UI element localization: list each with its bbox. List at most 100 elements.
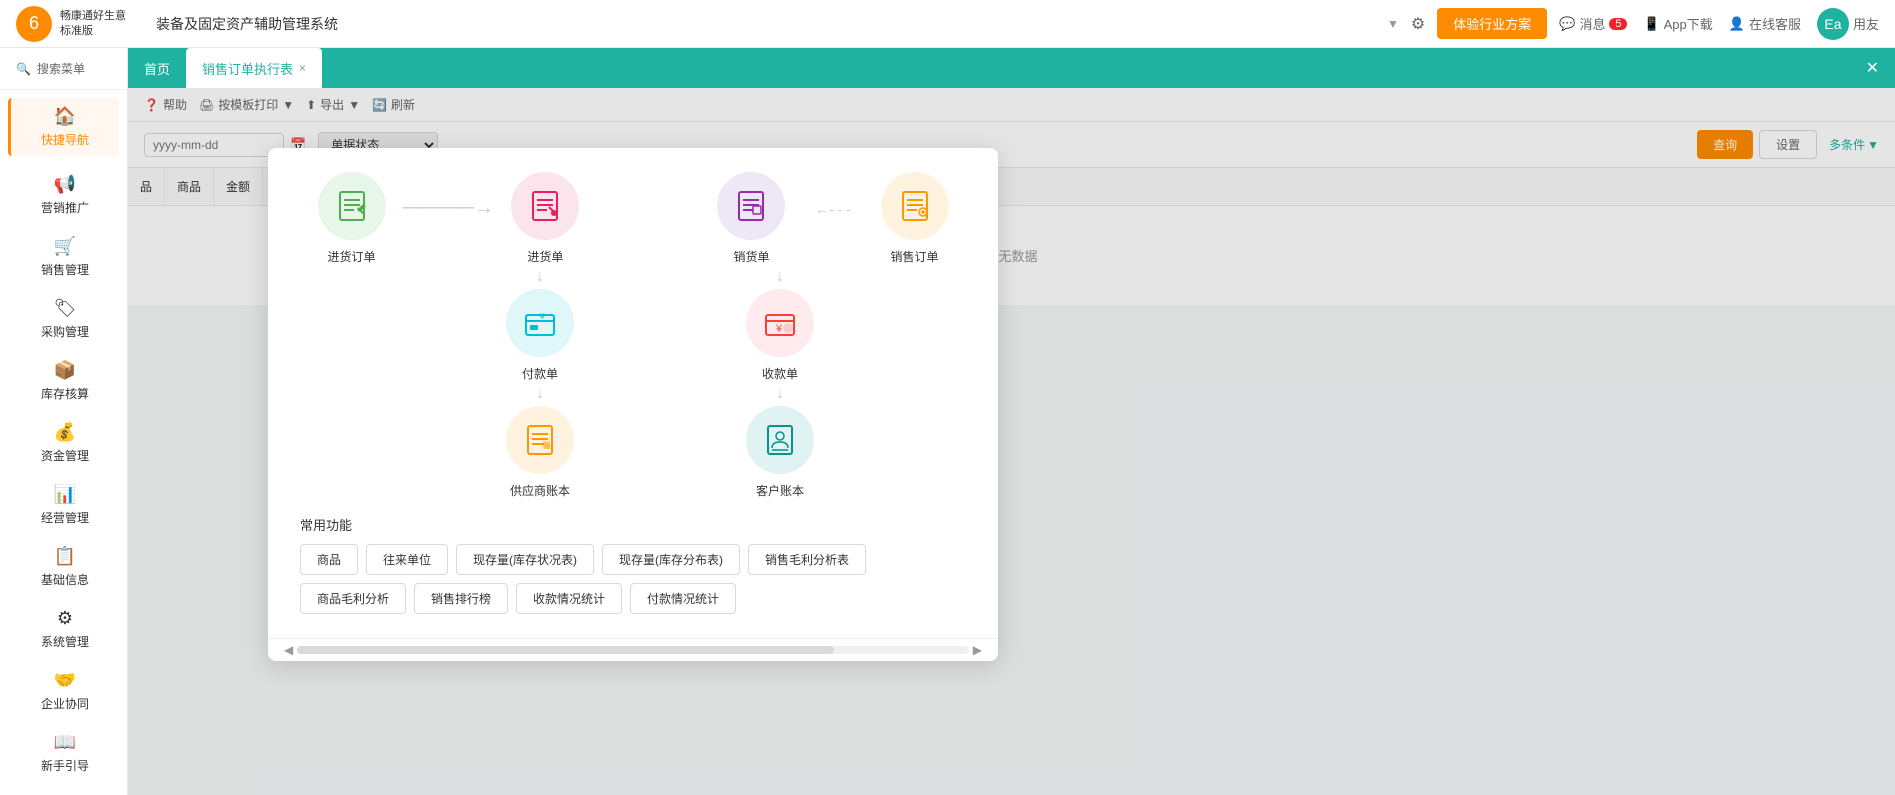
node-customer-ledger[interactable]: 客户账本 [720, 406, 840, 499]
sidebar-item-guide[interactable]: 📖 新手引导 [0, 722, 127, 784]
tab-home[interactable]: 首页 [128, 48, 186, 88]
experience-button[interactable]: 体验行业方案 [1437, 8, 1547, 39]
logo-line2: 标准版 [60, 24, 126, 38]
sidebar-item-operations[interactable]: 📊 经营管理 [0, 474, 127, 536]
purchase-icon: 🏷 [54, 298, 77, 319]
supplier-ledger-circle: 账 [506, 406, 574, 474]
marketing-label: 营销推广 [41, 199, 89, 216]
top-actions: 💬 消息 5 📱 App下载 👤 在线客服 Ea 用友 [1559, 8, 1879, 40]
download-icon: 📱 [1643, 16, 1659, 32]
sidebar-item-sales[interactable]: 🛒 销售管理 [0, 226, 127, 288]
purchase-label: 采购管理 [41, 323, 89, 340]
func-btn-product[interactable]: 商品 [300, 544, 358, 575]
marketing-icon: 📢 [54, 174, 76, 195]
node-supplier-ledger[interactable]: 账 供应商账本 [480, 406, 600, 499]
func-btn-contacts[interactable]: 往来单位 [366, 544, 448, 575]
sidebar-item-purchase[interactable]: 🏷 采购管理 [0, 288, 127, 350]
func-btn-sales-margin[interactable]: 销售毛利分析表 [748, 544, 866, 575]
purchase-order-label: 进货订单 [328, 248, 376, 265]
app-logo-icon: 6 [16, 6, 52, 42]
scroll-thumb [297, 646, 834, 654]
content-body: ❓ 帮助 🖨 按模板打印 ▼ ⬆ 导出 ▼ 🔄 [128, 88, 1895, 795]
system-title: 装备及固定资产辅助管理系统 [156, 14, 1375, 34]
func-btn-receipt-stats[interactable]: 收款情况统计 [516, 583, 622, 614]
receipt-label: 收款单 [762, 365, 798, 382]
workflow-diagram: 进货订单 ─────→ [300, 172, 966, 499]
sidebar-search[interactable]: 🔍 搜索菜单 [0, 48, 127, 90]
search-menu-button[interactable]: 🔍 搜索菜单 [8, 56, 119, 81]
sidebar-item-marketing[interactable]: 📢 营销推广 [0, 164, 127, 226]
sidebar-item-basic[interactable]: 📋 基础信息 [0, 536, 127, 598]
sidebar-item-inventory[interactable]: 📦 库存核算 [0, 350, 127, 412]
app-container: 6 畅康通好生意 标准版 装备及固定资产辅助管理系统 ▼ ⚙ 体验行业方案 💬 … [0, 0, 1895, 795]
message-icon: 💬 [1559, 16, 1575, 32]
func-btn-payment-stats[interactable]: 付款情况统计 [630, 583, 736, 614]
sales-slip-label: 销货单 [733, 248, 769, 265]
purchase-slip-icon [527, 188, 563, 224]
tab-close-icon[interactable]: × [299, 61, 306, 75]
basic-label: 基础信息 [41, 571, 89, 588]
content-area: 首页 销售订单执行表 × ✕ ❓ 帮助 🖨 [128, 48, 1895, 795]
payment-icon: ¥ [522, 305, 558, 341]
sidebar-item-finance[interactable]: 💰 资金管理 [0, 412, 127, 474]
logo-text: 畅康通好生意 标准版 [60, 9, 126, 38]
sales-slip-icon [733, 188, 769, 224]
modal-overlay[interactable]: 进货订单 ─────→ [128, 88, 1895, 795]
scroll-left-icon[interactable]: ◀ [284, 643, 293, 657]
node-receipt[interactable]: ¥ 收款单 [720, 289, 840, 382]
search-icon: 🔍 [16, 62, 31, 76]
shortcut-icon: 🏠 [54, 106, 76, 127]
finance-label: 资金管理 [41, 447, 89, 464]
message-button[interactable]: 💬 消息 5 [1559, 14, 1627, 33]
func-btn-stock-status[interactable]: 现存量(库存状况表) [456, 544, 594, 575]
settings-icon[interactable]: ⚙ [1411, 14, 1425, 34]
func-btn-stock-dist[interactable]: 现存量(库存分布表) [602, 544, 740, 575]
scroll-hint: ◀ ▶ [268, 638, 998, 661]
arrow-down-customer: ↓ [776, 382, 784, 406]
customer-ledger-label: 客户账本 [756, 482, 804, 499]
online-service-button[interactable]: 👤 在线客服 [1729, 14, 1801, 33]
finance-icon: 💰 [54, 422, 76, 443]
scroll-right-icon[interactable]: ▶ [973, 643, 982, 657]
operations-icon: 📊 [54, 484, 76, 505]
app-download-label: App下载 [1664, 14, 1713, 33]
node-purchase-slip[interactable]: 进货单 [494, 172, 597, 265]
shortcut-label: 快捷导航 [41, 131, 89, 148]
supplier-ledger-icon: 账 [522, 422, 558, 458]
payment-label: 付款单 [522, 365, 558, 382]
system-label: 系统管理 [41, 633, 89, 650]
scroll-track[interactable] [297, 646, 969, 654]
online-service-label: 在线客服 [1749, 14, 1801, 33]
function-buttons: 商品 往来单位 现存量(库存状况表) 现存量(库存分布表) 销售毛利分析表 商品… [300, 544, 966, 614]
sidebar-item-shortcut[interactable]: 🏠 快捷导航 [8, 98, 119, 156]
sidebar-item-system[interactable]: ⚙ 系统管理 [0, 598, 127, 660]
node-purchase-order[interactable]: 进货订单 [300, 172, 403, 265]
tab-main-close-button[interactable]: ✕ [1850, 58, 1895, 78]
system-dropdown-icon[interactable]: ▼ [1387, 17, 1399, 31]
collab-label: 企业协同 [41, 695, 89, 712]
top-bar: 6 畅康通好生意 标准版 装备及固定资产辅助管理系统 ▼ ⚙ 体验行业方案 💬 … [0, 0, 1895, 48]
node-sales-order[interactable]: 销售订单 [863, 172, 966, 265]
arrow-down-payment: ↓ [536, 265, 544, 289]
inventory-label: 库存核算 [41, 385, 89, 402]
func-btn-product-margin[interactable]: 商品毛利分析 [300, 583, 406, 614]
sales-order-circle [881, 172, 949, 240]
app-download-button[interactable]: 📱 App下载 [1643, 14, 1712, 33]
receipt-icon: ¥ [762, 305, 798, 341]
common-functions: 常用功能 商品 往来单位 现存量(库存状况表) 现存量(库存分布表) 销售毛利分… [300, 515, 966, 614]
node-payment[interactable]: ¥ 付款单 [480, 289, 600, 382]
svg-text:¥: ¥ [775, 323, 783, 335]
node-sales-slip[interactable]: 销货单 [700, 172, 803, 265]
workflow-top-row: 进货订单 ─────→ [300, 172, 966, 265]
arrow-down-supplier: ↓ [536, 382, 544, 406]
tab-sales-order[interactable]: 销售订单执行表 × [186, 48, 322, 88]
svg-text:¥: ¥ [539, 312, 545, 321]
logo-char: 6 [29, 13, 39, 34]
customer-ledger-circle [746, 406, 814, 474]
func-btn-sales-rank[interactable]: 销售排行榜 [414, 583, 508, 614]
user-menu[interactable]: Ea 用友 [1817, 8, 1879, 40]
guide-label: 新手引导 [41, 757, 89, 774]
arrow-down-receipt: ↓ [776, 265, 784, 289]
sidebar-item-collab[interactable]: 🤝 企业协同 [0, 660, 127, 722]
workflow-modal: 进货订单 ─────→ [268, 148, 998, 661]
